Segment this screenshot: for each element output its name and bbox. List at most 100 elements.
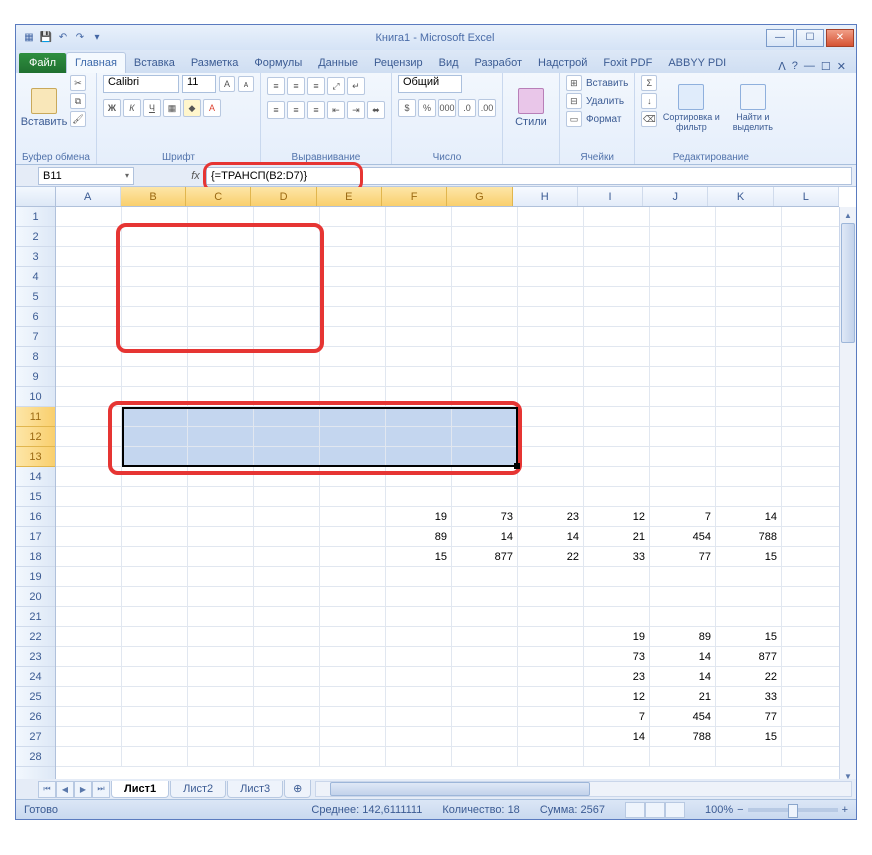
cell[interactable] bbox=[122, 647, 188, 667]
row-header[interactable]: 6 bbox=[16, 307, 55, 327]
cell[interactable]: 788 bbox=[716, 527, 782, 547]
row-header[interactable]: 17 bbox=[16, 527, 55, 547]
cell[interactable] bbox=[56, 267, 122, 287]
minimize-ribbon-icon[interactable]: ᐱ bbox=[778, 60, 786, 73]
cell[interactable] bbox=[386, 227, 452, 247]
cell[interactable] bbox=[56, 567, 122, 587]
cell[interactable] bbox=[122, 387, 188, 407]
cell[interactable] bbox=[386, 667, 452, 687]
cell[interactable] bbox=[386, 747, 452, 767]
cell[interactable] bbox=[386, 627, 452, 647]
cell[interactable] bbox=[584, 287, 650, 307]
column-header[interactable]: D bbox=[251, 187, 316, 206]
cell[interactable] bbox=[122, 407, 188, 427]
cell[interactable] bbox=[254, 347, 320, 367]
row-header[interactable]: 8 bbox=[16, 347, 55, 367]
cell[interactable] bbox=[122, 447, 188, 467]
cell[interactable] bbox=[56, 227, 122, 247]
cell[interactable] bbox=[56, 687, 122, 707]
cell[interactable] bbox=[386, 707, 452, 727]
cell[interactable] bbox=[320, 287, 386, 307]
fill-icon[interactable]: ↓ bbox=[641, 93, 657, 109]
cell[interactable] bbox=[650, 327, 716, 347]
cell[interactable] bbox=[122, 487, 188, 507]
row-header[interactable]: 4 bbox=[16, 267, 55, 287]
row-header[interactable]: 26 bbox=[16, 707, 55, 727]
cell[interactable] bbox=[320, 587, 386, 607]
cell[interactable] bbox=[650, 607, 716, 627]
font-name-select[interactable]: Calibri bbox=[103, 75, 179, 93]
cell[interactable] bbox=[716, 307, 782, 327]
tab-data[interactable]: Данные bbox=[310, 53, 366, 73]
zoom-level[interactable]: 100% bbox=[705, 804, 733, 816]
row-header[interactable]: 7 bbox=[16, 327, 55, 347]
row-header[interactable]: 20 bbox=[16, 587, 55, 607]
cell[interactable] bbox=[518, 347, 584, 367]
cell[interactable] bbox=[386, 287, 452, 307]
cell[interactable] bbox=[320, 247, 386, 267]
cell[interactable] bbox=[452, 407, 518, 427]
cell[interactable] bbox=[452, 687, 518, 707]
sheet-nav-next-icon[interactable]: ▶ bbox=[74, 781, 92, 798]
cell[interactable] bbox=[122, 707, 188, 727]
cell[interactable] bbox=[122, 567, 188, 587]
cell[interactable] bbox=[56, 387, 122, 407]
zoom-out-icon[interactable]: − bbox=[737, 804, 743, 816]
tab-insert[interactable]: Вставка bbox=[126, 53, 183, 73]
cell[interactable] bbox=[716, 347, 782, 367]
cell[interactable] bbox=[518, 607, 584, 627]
cell[interactable]: 33 bbox=[584, 547, 650, 567]
cell[interactable] bbox=[122, 727, 188, 747]
cell[interactable] bbox=[122, 547, 188, 567]
cell[interactable] bbox=[452, 567, 518, 587]
cell[interactable] bbox=[650, 287, 716, 307]
cell[interactable] bbox=[452, 227, 518, 247]
delete-cells-button[interactable]: ⊟Удалить bbox=[566, 93, 624, 109]
cell[interactable] bbox=[584, 327, 650, 347]
cell[interactable]: 21 bbox=[584, 527, 650, 547]
cell[interactable] bbox=[188, 567, 254, 587]
cell[interactable] bbox=[56, 207, 122, 227]
cell[interactable] bbox=[254, 507, 320, 527]
cell[interactable]: 14 bbox=[650, 667, 716, 687]
cell[interactable] bbox=[386, 467, 452, 487]
cell[interactable] bbox=[188, 587, 254, 607]
cell[interactable] bbox=[584, 607, 650, 627]
cell[interactable] bbox=[716, 427, 782, 447]
cell[interactable] bbox=[320, 687, 386, 707]
cell[interactable] bbox=[188, 247, 254, 267]
cell[interactable] bbox=[188, 667, 254, 687]
cell[interactable] bbox=[584, 467, 650, 487]
format-painter-icon[interactable]: 🖌 bbox=[70, 111, 86, 127]
cell[interactable] bbox=[122, 507, 188, 527]
row-header[interactable]: 25 bbox=[16, 687, 55, 707]
cell[interactable] bbox=[452, 427, 518, 447]
cell[interactable] bbox=[518, 707, 584, 727]
cell[interactable] bbox=[188, 627, 254, 647]
cell[interactable] bbox=[320, 567, 386, 587]
zoom-in-icon[interactable]: + bbox=[842, 804, 848, 816]
cell[interactable] bbox=[188, 267, 254, 287]
cell[interactable] bbox=[452, 307, 518, 327]
view-layout-icon[interactable] bbox=[645, 802, 665, 818]
cell[interactable] bbox=[320, 647, 386, 667]
cell[interactable] bbox=[254, 287, 320, 307]
align-center-icon[interactable]: ≡ bbox=[287, 101, 305, 119]
cell[interactable] bbox=[188, 707, 254, 727]
cell[interactable] bbox=[518, 727, 584, 747]
cell[interactable] bbox=[188, 327, 254, 347]
cell[interactable]: 15 bbox=[716, 547, 782, 567]
vertical-scrollbar[interactable]: ▲ ▼ bbox=[839, 207, 856, 784]
sheet-tab-2[interactable]: Лист2 bbox=[170, 781, 226, 798]
formula-input[interactable]: {=ТРАНСП(B2:D7)} bbox=[206, 167, 852, 185]
column-header[interactable]: K bbox=[708, 187, 773, 206]
decrease-indent-icon[interactable]: ⇤ bbox=[327, 101, 345, 119]
cell[interactable] bbox=[56, 507, 122, 527]
sheet-tab-3[interactable]: Лист3 bbox=[227, 781, 283, 798]
cell[interactable] bbox=[254, 327, 320, 347]
cut-icon[interactable]: ✂ bbox=[70, 75, 86, 91]
cell[interactable] bbox=[518, 567, 584, 587]
cell[interactable] bbox=[452, 387, 518, 407]
font-color-icon[interactable]: A bbox=[203, 99, 221, 117]
cell[interactable]: 14 bbox=[584, 727, 650, 747]
